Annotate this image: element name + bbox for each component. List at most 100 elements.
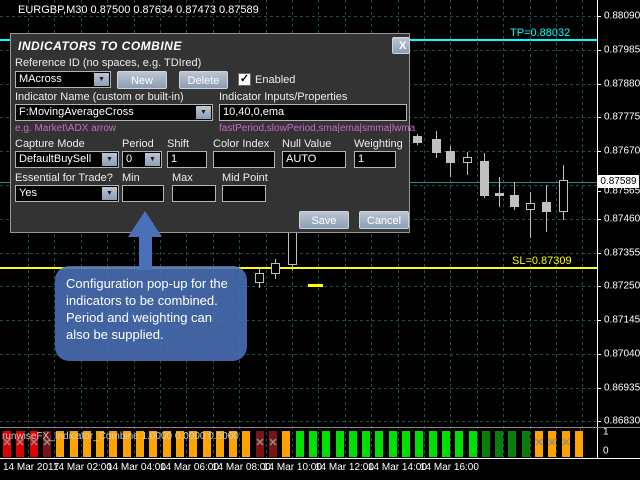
indicator-inputs-field[interactable]: 10,40,0,ema — [219, 104, 407, 121]
shift-label: Shift — [167, 138, 190, 150]
candlestick[interactable] — [432, 139, 441, 153]
chart-ohlc-header: EURGBP,M30 0.87500 0.87634 0.87473 0.875… — [18, 4, 259, 16]
candlestick[interactable] — [480, 161, 489, 196]
price-tick-label: 0.87460 — [604, 213, 640, 225]
capture-mode-label: Capture Mode — [15, 138, 85, 150]
price-tick-label: 0.87775 — [604, 111, 640, 123]
time-tick-label[interactable]: 14 Mar 12:00 — [315, 462, 374, 473]
histogram-bar[interactable] — [495, 431, 503, 457]
cancel-button[interactable]: Cancel — [359, 211, 409, 229]
save-button[interactable]: Save — [299, 211, 349, 229]
candlestick[interactable] — [495, 193, 504, 196]
histogram-bar[interactable] — [442, 431, 450, 457]
essential-for-trade-value: Yes — [19, 187, 37, 199]
essential-for-trade-label: Essential for Trade? — [15, 172, 113, 184]
delete-button[interactable]: Delete — [179, 71, 228, 89]
histogram-bar[interactable] — [429, 431, 437, 457]
histogram-bar[interactable] — [389, 431, 397, 457]
min-field[interactable] — [122, 185, 164, 202]
indicator-inputs-hint: fastPeriod,slowPeriod,sma|ema|smma|lwma — [219, 123, 416, 134]
histogram-bar[interactable] — [282, 431, 290, 457]
candle-wick — [530, 192, 531, 238]
time-tick-label[interactable]: 14 Mar 10:00 — [263, 462, 322, 473]
histogram-bar[interactable] — [349, 431, 357, 457]
price-tick-label: 0.87880 — [604, 78, 640, 90]
shift-field[interactable]: 1 — [167, 151, 207, 168]
indicator-inputs-label: Indicator Inputs/Properties — [219, 91, 348, 103]
time-tick-label[interactable]: 14 Mar 14:00 — [368, 462, 427, 473]
indicator-name-value: F:MovingAverageCross — [19, 106, 134, 118]
chevron-down-icon[interactable]: ▼ — [94, 73, 109, 86]
candle-wick — [499, 177, 500, 207]
histogram-bar[interactable] — [375, 431, 383, 457]
gridline-vertical — [503, 0, 504, 458]
candlestick[interactable] — [413, 136, 422, 143]
mid-point-label: Mid Point — [222, 172, 268, 184]
candlestick[interactable] — [559, 180, 568, 212]
histogram-bar[interactable] — [482, 431, 490, 457]
price-tick-label: 0.87040 — [604, 348, 640, 360]
histogram-bar[interactable] — [336, 431, 344, 457]
histogram-bar[interactable] — [402, 431, 410, 457]
x-marker-icon: ✕ — [268, 437, 278, 449]
candlestick[interactable] — [255, 273, 264, 283]
candlestick[interactable] — [510, 195, 519, 207]
histogram-bar[interactable] — [309, 431, 317, 457]
period-dropdown[interactable]: 0 ▼ — [122, 151, 162, 168]
histogram-bar[interactable] — [508, 431, 516, 457]
chevron-down-icon[interactable]: ▼ — [102, 153, 117, 166]
histogram-bar[interactable] — [362, 431, 370, 457]
period-value: 0 — [126, 153, 133, 165]
mid-point-field[interactable] — [222, 185, 266, 202]
candlestick[interactable] — [446, 151, 455, 163]
max-field[interactable] — [172, 185, 216, 202]
min-label: Min — [122, 172, 140, 184]
histogram-bar[interactable] — [415, 431, 423, 457]
histogram-bar[interactable] — [296, 431, 304, 457]
histogram-bar[interactable] — [455, 431, 463, 457]
gridline-vertical — [450, 0, 451, 458]
chevron-down-icon[interactable]: ▼ — [145, 153, 160, 166]
subwindow-scale-label: 1 — [603, 426, 609, 438]
axis-vertical-border — [597, 0, 598, 458]
price-tick-label: 0.86830 — [604, 415, 640, 427]
capture-mode-dropdown[interactable]: DefaultBuySell ▼ — [15, 151, 119, 168]
annotation-callout: Configuration pop-up for the indicators … — [55, 266, 247, 361]
reference-id-value: MAcross — [19, 73, 62, 85]
histogram-bar[interactable] — [469, 431, 477, 457]
max-label: Max — [172, 172, 193, 184]
close-icon[interactable]: X — [392, 37, 410, 54]
chevron-down-icon[interactable]: ▼ — [102, 187, 117, 200]
weighting-field[interactable]: 1 — [354, 151, 396, 168]
indicator-name-dropdown[interactable]: F:MovingAverageCross ▼ — [15, 104, 213, 121]
histogram-bar[interactable] — [242, 431, 250, 457]
candlestick[interactable] — [542, 202, 551, 212]
subwindow-separator[interactable] — [0, 427, 640, 428]
color-index-field[interactable] — [213, 151, 275, 168]
null-value-field[interactable]: AUTO — [282, 151, 346, 168]
tp-label: TP=0.88032 — [510, 27, 571, 39]
capture-mode-value: DefaultBuySell — [19, 153, 92, 165]
time-tick-label[interactable]: 14 Mar 2017 — [3, 462, 59, 473]
time-axis-border — [0, 458, 640, 459]
x-marker-icon: ✕ — [547, 437, 557, 449]
histogram-bar[interactable] — [322, 431, 330, 457]
reference-id-dropdown[interactable]: MAcross ▼ — [15, 71, 111, 88]
new-button[interactable]: New — [117, 71, 167, 89]
chevron-down-icon[interactable]: ▼ — [196, 106, 211, 119]
histogram-bar[interactable] — [575, 431, 583, 457]
price-tick-label: 0.86935 — [604, 382, 640, 394]
time-tick-label[interactable]: 14 Mar 04:00 — [107, 462, 166, 473]
candlestick[interactable] — [463, 157, 472, 163]
enabled-checkbox[interactable]: ✓ — [238, 73, 251, 86]
time-tick-label[interactable]: 14 Mar 02:00 — [53, 462, 112, 473]
essential-for-trade-dropdown[interactable]: Yes ▼ — [15, 185, 119, 202]
callout-arrow-stem — [139, 234, 152, 270]
time-tick-label[interactable]: 14 Mar 06:00 — [160, 462, 219, 473]
histogram-bar[interactable] — [522, 431, 530, 457]
candlestick[interactable] — [526, 203, 535, 210]
time-tick-label[interactable]: 14 Mar 16:00 — [420, 462, 479, 473]
gridline-horizontal — [0, 16, 597, 17]
x-marker-icon: ✕ — [255, 437, 265, 449]
candlestick[interactable] — [271, 263, 280, 274]
